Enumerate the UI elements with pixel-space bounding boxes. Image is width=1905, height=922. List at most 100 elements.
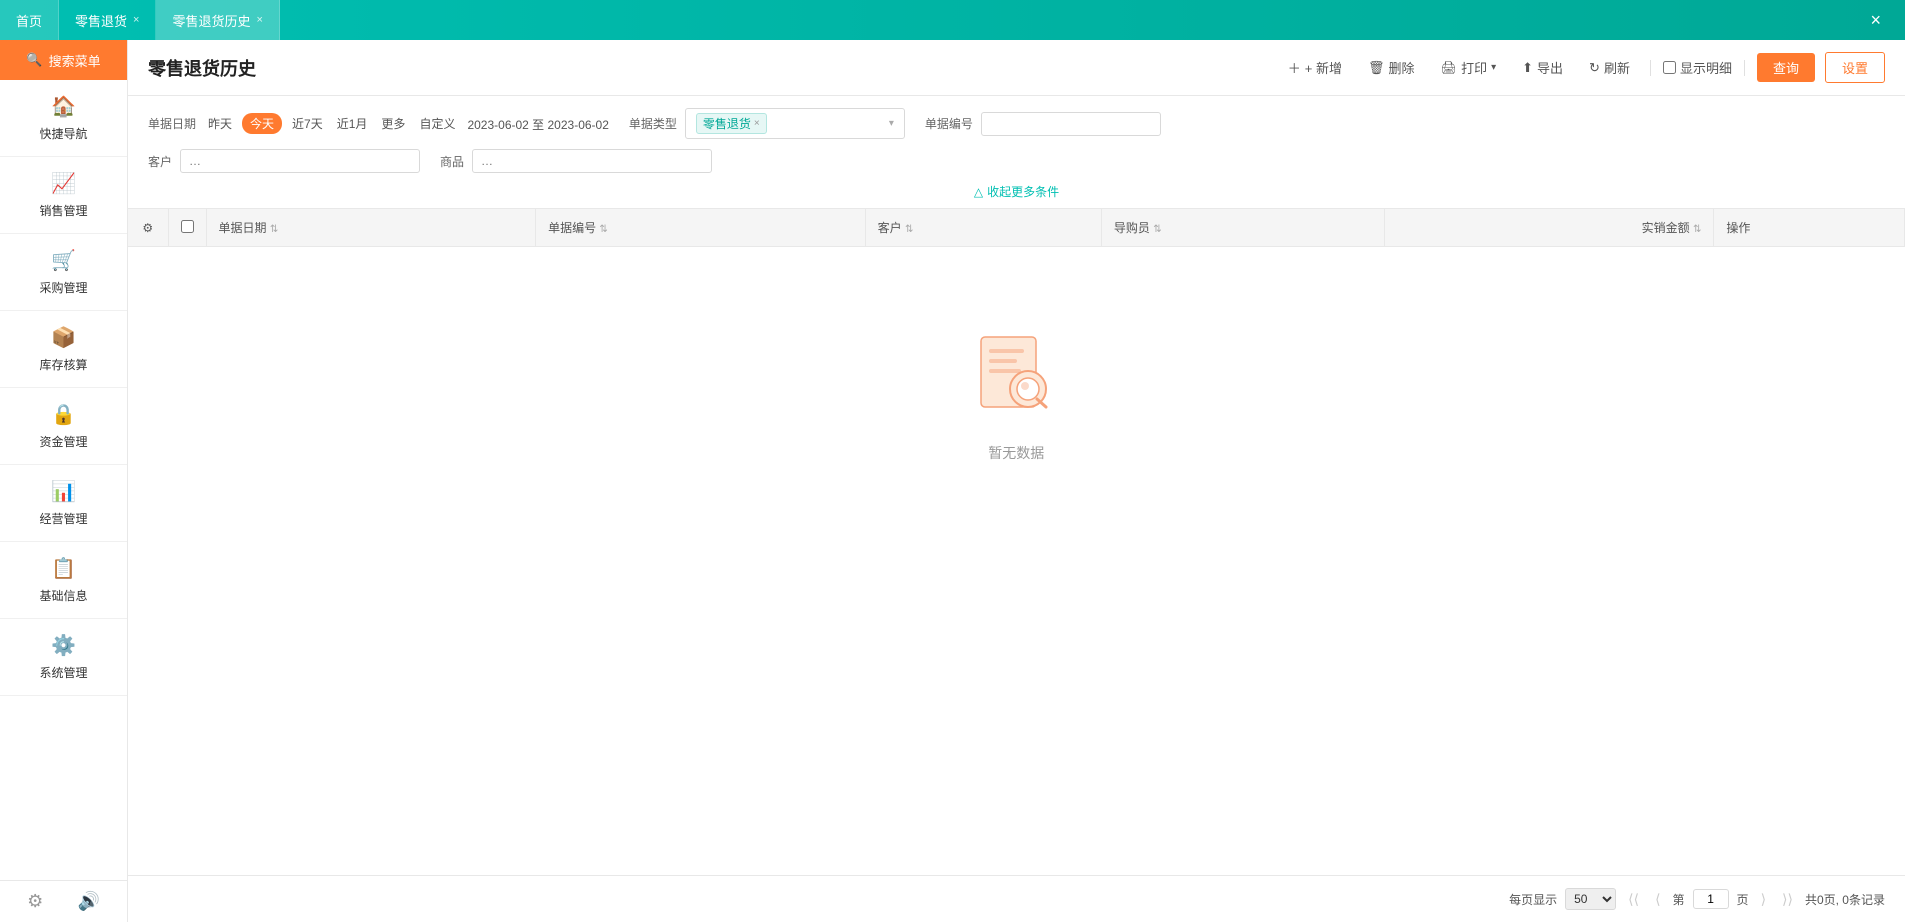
sidebar-item-basic-info-label: 基础信息 xyxy=(39,587,87,604)
print-icon: 🖨 xyxy=(1441,60,1458,76)
th-guide[interactable]: 导购员 ⇅ xyxy=(1101,209,1384,247)
basic-info-icon: 📋 xyxy=(51,556,76,581)
sidebar-item-basic-info[interactable]: 📋 基础信息 xyxy=(0,542,127,619)
page-unit-label: 页 xyxy=(1737,891,1749,908)
settings-icon[interactable]: ⚙ xyxy=(27,891,43,912)
sidebar-item-operation-label: 经营管理 xyxy=(39,510,87,527)
date-opt-7days[interactable]: 近7天 xyxy=(288,113,327,134)
quick-nav-icon: 🏠 xyxy=(51,94,76,119)
date-opt-yesterday[interactable]: 昨天 xyxy=(204,113,236,134)
tab-retail-return-history-close[interactable]: × xyxy=(256,14,262,26)
date-opt-1month[interactable]: 近1月 xyxy=(333,113,372,134)
page-prev-button[interactable]: ⟨ xyxy=(1651,889,1664,910)
page-actions: ＋ + 新增 🗑 删除 🖨 打印 ▾ ⬆ 导出 ↻ xyxy=(1280,52,1885,83)
operation-icon: 📊 xyxy=(51,479,76,504)
page-size-label: 每页显示 xyxy=(1509,891,1557,908)
empty-state: 暂无数据 xyxy=(128,247,1905,543)
date-options: 昨天 今天 近7天 近1月 更多 自定义 xyxy=(204,113,459,134)
main-layout: 🔍 搜索菜单 🏠 快捷导航 📈 销售管理 🛒 采购管理 📦 库存核算 🔒 xyxy=(0,40,1905,922)
tab-retail-return-close[interactable]: × xyxy=(133,14,139,26)
print-button[interactable]: 🖨 打印 ▾ xyxy=(1433,54,1505,81)
page-first-button[interactable]: ⟨⟨ xyxy=(1624,889,1643,910)
th-amount-sort-icon: ⇅ xyxy=(1693,224,1701,235)
sidebar-item-purchase-mgmt[interactable]: 🛒 采购管理 xyxy=(0,234,127,311)
customer-filter-input[interactable] xyxy=(180,149,420,173)
page-number-input[interactable] xyxy=(1693,889,1729,909)
finance-icon: 🔒 xyxy=(51,402,76,427)
print-chevron-icon: ▾ xyxy=(1491,62,1496,73)
sidebar-item-system-mgmt[interactable]: ⚙️ 系统管理 xyxy=(0,619,127,696)
page-title: 零售退货历史 xyxy=(148,55,256,81)
number-filter-input[interactable] xyxy=(981,112,1161,136)
sidebar-item-finance-label: 资金管理 xyxy=(39,433,87,450)
date-opt-today[interactable]: 今天 xyxy=(242,113,282,134)
th-customer-sort-icon: ⇅ xyxy=(905,224,913,235)
select-all-checkbox[interactable] xyxy=(181,220,194,233)
th-action-label: 操作 xyxy=(1726,221,1750,235)
show-detail-checkbox[interactable] xyxy=(1663,61,1676,74)
refresh-button[interactable]: ↻ 刷新 xyxy=(1581,54,1638,81)
empty-state-text: 暂无数据 xyxy=(988,443,1044,463)
sidebar-item-system-mgmt-label: 系统管理 xyxy=(39,664,87,681)
page-header: 零售退货历史 ＋ + 新增 🗑 删除 🖨 打印 ▾ ⬆ 导出 xyxy=(128,40,1905,96)
th-date-label: 单据日期 xyxy=(219,221,267,235)
product-filter-label: 商品 xyxy=(440,153,464,170)
tab-home[interactable]: 首页 xyxy=(0,0,59,40)
th-customer[interactable]: 客户 ⇅ xyxy=(865,209,1101,247)
empty-state-illustration xyxy=(966,327,1066,427)
product-filter-input[interactable] xyxy=(472,149,712,173)
delete-button[interactable]: 🗑 删除 xyxy=(1360,54,1423,81)
th-amount[interactable]: 实销金额 ⇅ xyxy=(1384,209,1714,247)
divider2 xyxy=(1744,60,1745,76)
page-next-button[interactable]: ⟩ xyxy=(1757,889,1770,910)
page-last-button[interactable]: ⟩⟩ xyxy=(1778,889,1797,910)
sidebar-item-inventory[interactable]: 📦 库存核算 xyxy=(0,311,127,388)
system-mgmt-icon: ⚙️ xyxy=(51,633,76,658)
type-filter-tag: 零售退货 × xyxy=(696,113,767,134)
th-settings[interactable]: ⚙ xyxy=(128,209,168,247)
sidebar-item-quick-nav[interactable]: 🏠 快捷导航 xyxy=(0,80,127,157)
add-button[interactable]: ＋ + 新增 xyxy=(1280,54,1350,81)
date-opt-custom[interactable]: 自定义 xyxy=(415,113,459,134)
sidebar-item-purchase-mgmt-label: 采购管理 xyxy=(39,279,87,296)
tab-retail-return[interactable]: 零售退货 × xyxy=(59,0,156,40)
sidebar-items: 🏠 快捷导航 📈 销售管理 🛒 采购管理 📦 库存核算 🔒 资金管理 📊 xyxy=(0,80,127,880)
th-number-label: 单据编号 xyxy=(548,221,596,235)
sidebar-search[interactable]: 🔍 搜索菜单 xyxy=(0,40,127,80)
content-area: 零售退货历史 ＋ + 新增 🗑 删除 🖨 打印 ▾ ⬆ 导出 xyxy=(128,40,1905,922)
window-close-button[interactable]: × xyxy=(1862,10,1889,31)
date-opt-more[interactable]: 更多 xyxy=(377,113,409,134)
th-guide-label: 导购员 xyxy=(1114,221,1150,235)
th-guide-sort-icon: ⇅ xyxy=(1153,224,1161,235)
add-icon: ＋ xyxy=(1288,58,1301,77)
show-detail-checkbox-label[interactable]: 显示明细 xyxy=(1663,58,1732,77)
collapse-button[interactable]: △ 收起更多条件 xyxy=(974,183,1059,200)
settings-button[interactable]: 设置 xyxy=(1825,52,1885,83)
export-button[interactable]: ⬆ 导出 xyxy=(1514,54,1571,81)
query-button[interactable]: 查询 xyxy=(1757,53,1815,82)
sidebar-item-operation[interactable]: 📊 经营管理 xyxy=(0,465,127,542)
volume-icon[interactable]: 🔊 xyxy=(77,891,99,912)
customer-filter-label: 客户 xyxy=(148,153,172,170)
page-size-select[interactable]: 10 20 50 100 xyxy=(1565,888,1616,910)
delete-icon: 🗑 xyxy=(1368,60,1385,76)
type-filter-select[interactable]: 零售退货 × ▾ xyxy=(685,108,905,139)
sidebar: 🔍 搜索菜单 🏠 快捷导航 📈 销售管理 🛒 采购管理 📦 库存核算 🔒 xyxy=(0,40,128,922)
type-chevron-icon: ▾ xyxy=(889,118,894,129)
search-icon: 🔍 xyxy=(26,52,42,68)
th-date[interactable]: 单据日期 ⇅ xyxy=(206,209,536,247)
tab-retail-return-history[interactable]: 零售退货历史 × xyxy=(156,0,279,40)
filter-row-1: 单据日期 昨天 今天 近7天 近1月 更多 自定义 2023-06-02 至 2… xyxy=(148,108,1885,139)
th-checkbox[interactable] xyxy=(168,209,206,247)
type-filter-group: 单据类型 零售退货 × ▾ xyxy=(629,108,905,139)
inventory-icon: 📦 xyxy=(51,325,76,350)
th-amount-label: 实销金额 xyxy=(1642,221,1690,235)
table-settings-icon[interactable]: ⚙ xyxy=(142,221,153,235)
collapse-label: 收起更多条件 xyxy=(987,183,1059,200)
th-number[interactable]: 单据编号 ⇅ xyxy=(536,209,866,247)
sidebar-item-sales-mgmt[interactable]: 📈 销售管理 xyxy=(0,157,127,234)
sidebar-item-finance[interactable]: 🔒 资金管理 xyxy=(0,388,127,465)
collapse-icon: △ xyxy=(974,185,983,199)
th-number-sort-icon: ⇅ xyxy=(599,224,607,235)
type-tag-close[interactable]: × xyxy=(754,118,760,129)
